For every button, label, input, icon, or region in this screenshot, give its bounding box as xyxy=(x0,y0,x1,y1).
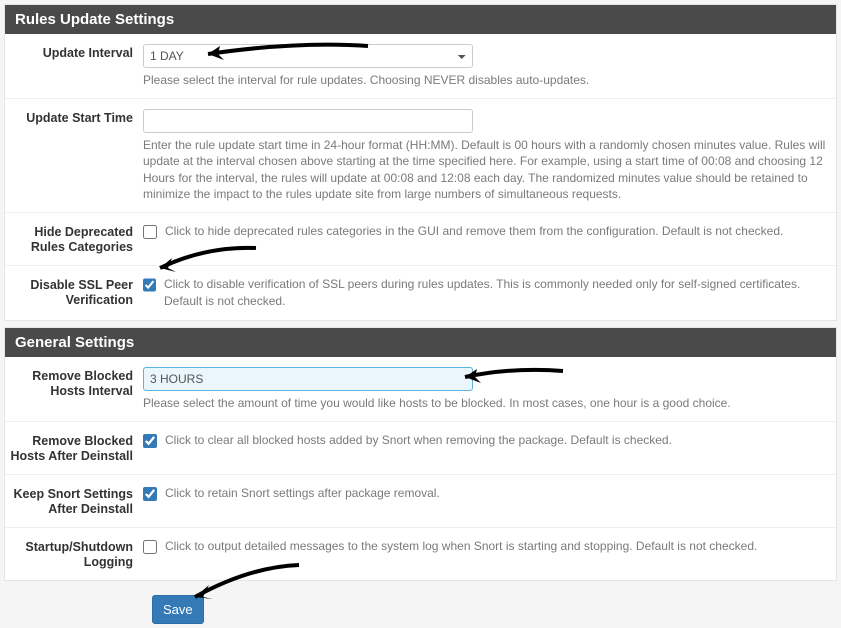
general-settings-panel: General Settings Remove Blocked Hosts In… xyxy=(4,327,837,581)
remove-after-deinstall-checkbox[interactable] xyxy=(143,434,157,448)
remove-interval-help: Please select the amount of time you wou… xyxy=(143,395,826,411)
general-panel-title: General Settings xyxy=(5,328,836,357)
hide-deprecated-row: Hide Deprecated Rules Categories Click t… xyxy=(5,213,836,266)
remove-after-deinstall-label: Remove Blocked Hosts After Deinstall xyxy=(5,432,143,464)
update-interval-help: Please select the interval for rule upda… xyxy=(143,72,826,88)
hide-deprecated-checkbox[interactable] xyxy=(143,225,157,239)
disable-ssl-row: Disable SSL Peer Verification Click to d… xyxy=(5,266,836,320)
update-interval-select[interactable]: 1 DAY xyxy=(143,44,473,68)
disable-ssl-text: Click to disable verification of SSL pee… xyxy=(164,276,826,310)
save-button[interactable]: Save xyxy=(152,595,204,624)
remove-after-deinstall-row: Remove Blocked Hosts After Deinstall Cli… xyxy=(5,422,836,475)
disable-ssl-checkbox[interactable] xyxy=(143,278,156,292)
rules-panel-title: Rules Update Settings xyxy=(5,5,836,34)
rules-update-settings-panel: Rules Update Settings Update Interval 1 … xyxy=(4,4,837,321)
update-start-time-label: Update Start Time xyxy=(5,109,143,126)
remove-interval-row: Remove Blocked Hosts Interval 3 HOURS Pl… xyxy=(5,357,836,422)
update-start-time-input[interactable] xyxy=(143,109,473,133)
startup-logging-text: Click to output detailed messages to the… xyxy=(165,538,757,555)
update-interval-label: Update Interval xyxy=(5,44,143,61)
remove-interval-select[interactable]: 3 HOURS xyxy=(143,367,473,391)
startup-logging-checkbox[interactable] xyxy=(143,540,157,554)
remove-interval-label: Remove Blocked Hosts Interval xyxy=(5,367,143,399)
hide-deprecated-label: Hide Deprecated Rules Categories xyxy=(5,223,143,255)
keep-settings-checkbox[interactable] xyxy=(143,487,157,501)
startup-logging-label: Startup/Shutdown Logging xyxy=(5,538,143,570)
disable-ssl-label: Disable SSL Peer Verification xyxy=(5,276,143,308)
update-start-time-help: Enter the rule update start time in 24-h… xyxy=(143,137,826,202)
update-interval-row: Update Interval 1 DAY Please select the … xyxy=(5,34,836,99)
hide-deprecated-text: Click to hide deprecated rules categorie… xyxy=(165,223,783,240)
keep-settings-text: Click to retain Snort settings after pac… xyxy=(165,485,440,502)
update-start-time-row: Update Start Time Enter the rule update … xyxy=(5,99,836,213)
remove-after-deinstall-text: Click to clear all blocked hosts added b… xyxy=(165,432,672,449)
startup-logging-row: Startup/Shutdown Logging Click to output… xyxy=(5,528,836,580)
keep-settings-label: Keep Snort Settings After Deinstall xyxy=(5,485,143,517)
keep-settings-row: Keep Snort Settings After Deinstall Clic… xyxy=(5,475,836,528)
